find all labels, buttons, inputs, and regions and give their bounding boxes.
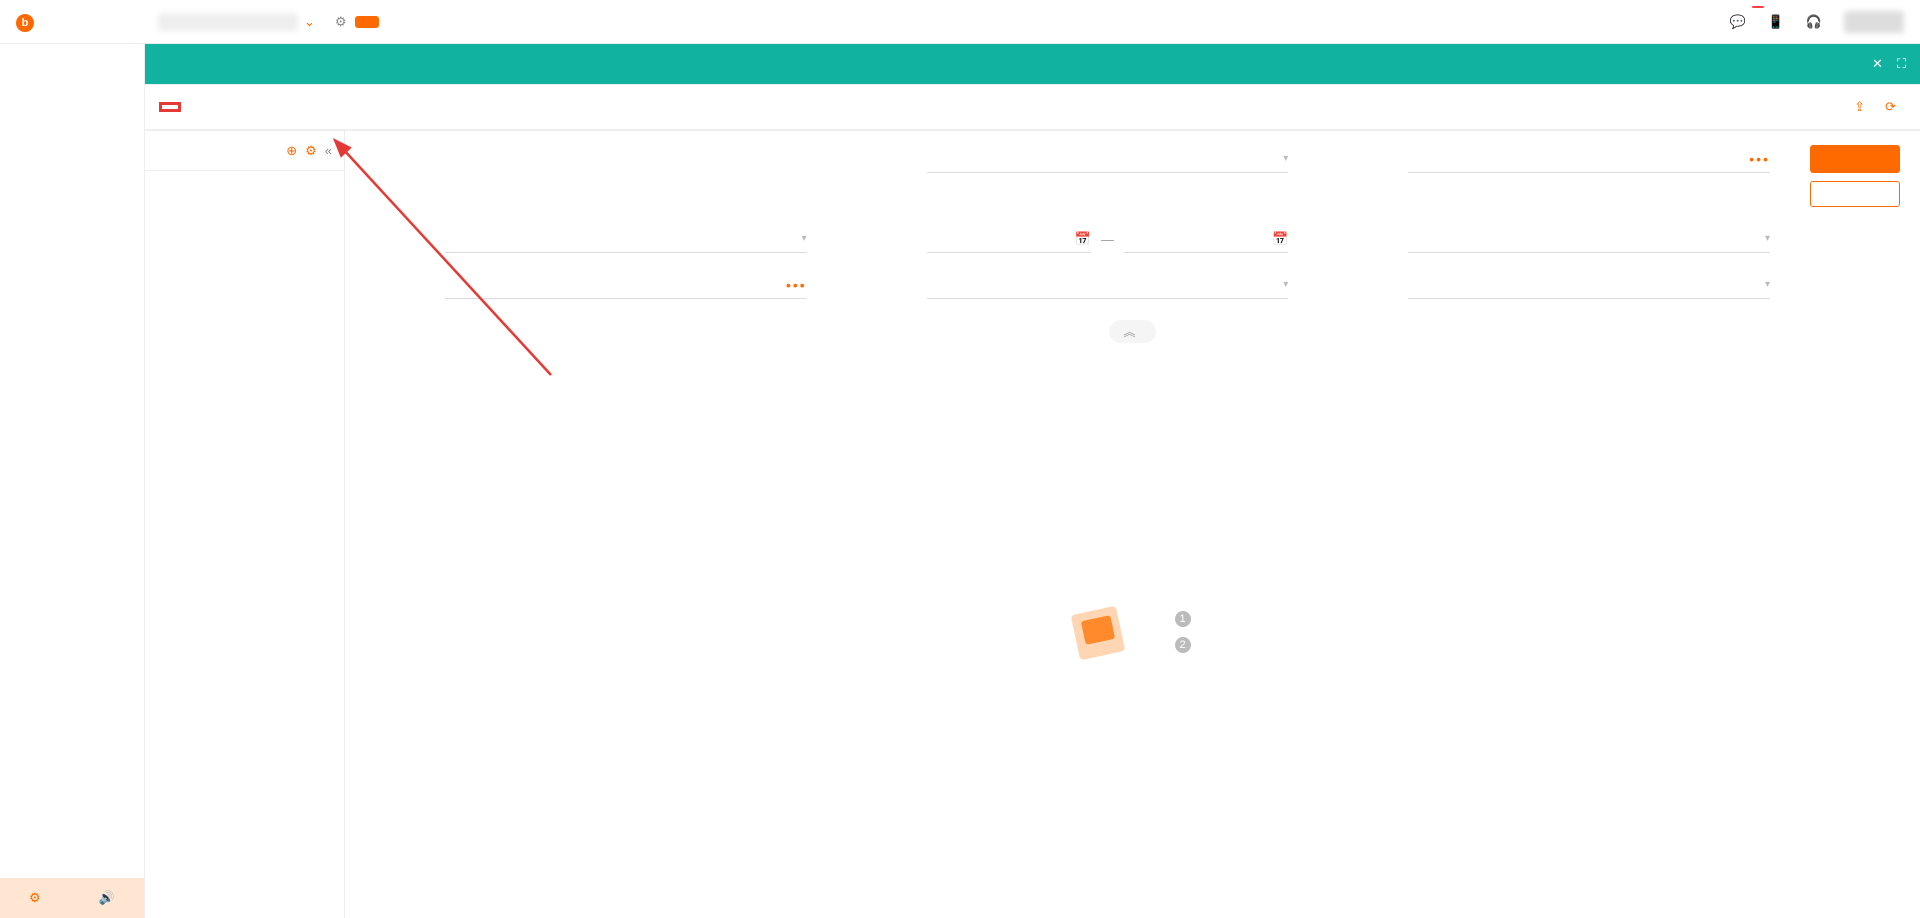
field-salesperson: ••• [1328,145,1770,173]
refresh-icon: ⟳ [1885,99,1896,115]
bill-status-select[interactable]: ▾ [1408,225,1770,253]
org-selector[interactable]: ⌄ [146,13,327,31]
messages-badge [1752,6,1764,8]
empty-step-2: 2 [1175,637,1201,653]
field-partner-cat: ▾ [847,271,1289,299]
empty-step-1: 1 [1175,611,1201,627]
more-icon: ••• [1749,151,1770,167]
refresh-button[interactable]: ⟳ [1885,99,1900,115]
messages-link[interactable]: 💬 [1729,14,1749,30]
chevron-down-icon: ▾ [1765,279,1770,290]
field-partner: ••• [365,271,807,299]
chevron-down-icon: ⌄ [304,14,315,30]
bill-type-select[interactable]: ▾ [927,145,1289,173]
chat-icon: 💬 [1729,14,1745,30]
chevron-down-icon: ▾ [1765,233,1770,244]
gear-icon[interactable]: ⚙ [335,14,347,30]
more-icon: ••• [786,277,807,293]
logo-icon: b [16,14,34,32]
audit-date-from[interactable]: 📅 [927,225,1091,253]
filter-form: ▾ ••• ▾ [345,131,1920,918]
chevron-up-icon: ︽ [1123,323,1135,340]
page-header: ⇪ ⟳ [145,84,1920,130]
department-select[interactable]: ▾ [445,225,807,253]
scheme-header: ⊕ ⚙ « [145,131,344,171]
query-button[interactable] [1810,145,1900,173]
empty-illustration-icon [1065,592,1145,672]
scheme-panel: ⊕ ⚙ « [145,131,345,918]
export-button[interactable]: ⇪ [1854,99,1869,115]
sidebar: ⚙ 🔊 [0,44,145,918]
collapse-panel-icon[interactable]: « [325,143,332,159]
calendar-icon: 📅 [1075,231,1091,247]
cta-button[interactable] [355,16,379,28]
biz-type-select[interactable]: ▾ [1408,271,1770,299]
headset-icon: 🎧 [1806,14,1822,30]
audit-date-to[interactable]: 📅 [1124,225,1288,253]
chevron-down-icon: ▾ [1283,153,1288,164]
calendar-icon: 📅 [1272,231,1288,247]
close-tab-icon[interactable]: ✕ [1872,56,1883,72]
top-bar: b ⌄ ⚙ 💬 📱 🎧 [0,0,1920,44]
add-scheme-icon[interactable]: ⊕ [286,143,297,159]
chevron-down-icon: ▾ [1283,279,1288,290]
tabs-bar: ✕ ⛶ [145,44,1920,84]
logo: b [16,14,146,30]
field-bill-date [365,145,807,147]
fullscreen-icon[interactable]: ⛶ [1897,56,1906,72]
partner-select[interactable]: ••• [445,271,807,299]
avatar[interactable] [1844,11,1904,33]
scheme-gear-icon[interactable]: ⚙ [305,143,317,159]
phone-icon: 📱 [1768,14,1784,30]
chevron-down-icon: ▾ [802,233,807,244]
field-bill-status: ▾ [1328,225,1770,253]
sidebar-footer: ⚙ 🔊 [0,878,144,918]
footer-sound-icon[interactable]: 🔊 [99,890,115,906]
field-audit-date: 📅 — 📅 [847,225,1289,253]
field-department: ▾ [365,225,807,253]
online-cs-link[interactable]: 🎧 [1806,14,1826,30]
partner-cat-select[interactable]: ▾ [927,271,1289,299]
collapse-conditions-button[interactable]: ︽ [1109,320,1155,343]
field-bill-type: ▾ [847,145,1289,173]
export-icon: ⇪ [1854,99,1865,115]
salesperson-select[interactable]: ••• [1408,145,1770,173]
settings-button[interactable] [1810,181,1900,207]
empty-state: 1 2 [365,345,1900,918]
field-biz-type: ▾ [1328,271,1770,299]
app-download-link[interactable]: 📱 [1768,14,1788,30]
footer-gear-icon[interactable]: ⚙ [29,890,41,906]
